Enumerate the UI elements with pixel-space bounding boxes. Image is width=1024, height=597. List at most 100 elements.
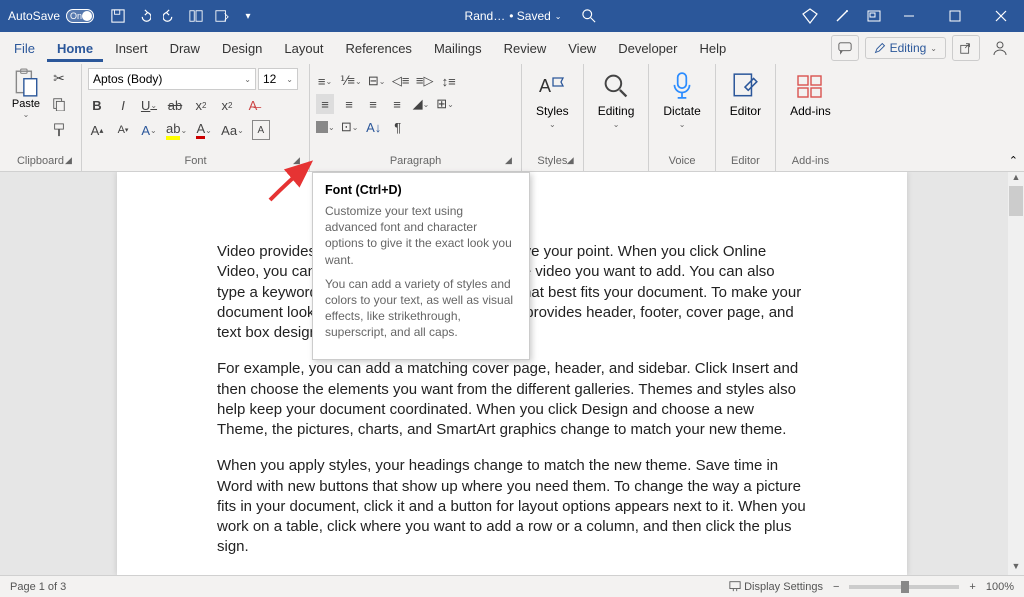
redo-icon[interactable] — [162, 8, 178, 24]
tab-review[interactable]: Review — [494, 35, 557, 62]
zoom-slider[interactable] — [849, 585, 959, 589]
vertical-scrollbar[interactable]: ▲ ▼ — [1008, 172, 1024, 575]
font-size-select[interactable]: 12⌄ — [258, 68, 298, 90]
tab-developer[interactable]: Developer — [608, 35, 687, 62]
font-group-label: Font — [88, 155, 303, 169]
chevron-down-icon[interactable]: ⌄ — [23, 110, 30, 119]
numbering-button[interactable]: ⅟≡⌄ — [340, 71, 362, 91]
page-indicator[interactable]: Page 1 of 3 — [10, 581, 66, 593]
increase-indent-button[interactable]: ≡▷ — [416, 71, 434, 91]
superscript-button[interactable]: x2 — [218, 95, 236, 115]
comments-button[interactable] — [831, 35, 859, 61]
zoom-slider-knob[interactable] — [901, 581, 909, 593]
toggle-switch[interactable]: On — [66, 9, 94, 23]
maximize-button[interactable] — [932, 0, 978, 32]
diamond-icon[interactable] — [802, 8, 818, 24]
save-icon[interactable] — [110, 8, 126, 24]
font-color-button[interactable]: A⌄ — [195, 120, 213, 140]
zoom-level[interactable]: 100% — [986, 581, 1014, 593]
tab-references[interactable]: References — [335, 35, 421, 62]
shrink-font-button[interactable]: A▾ — [114, 120, 132, 140]
paragraph-3[interactable]: When you apply styles, your headings cha… — [217, 456, 807, 557]
tab-layout[interactable]: Layout — [274, 35, 333, 62]
styles-launcher[interactable]: ◢ — [567, 155, 579, 167]
wand-icon[interactable] — [834, 8, 850, 24]
scroll-down-icon[interactable]: ▼ — [1008, 561, 1024, 575]
minimize-button[interactable] — [886, 0, 932, 32]
toggle-knob — [82, 11, 92, 21]
italic-button[interactable]: I — [114, 95, 132, 115]
cut-icon[interactable]: ✂ — [50, 68, 68, 88]
editing-mode-button[interactable]: Editing ⌄ — [865, 37, 946, 59]
addins-button[interactable]: Add-ins — [790, 70, 831, 118]
borders-button[interactable]: ⊞⌄ — [436, 94, 454, 114]
share-button[interactable] — [952, 35, 980, 61]
tab-home[interactable]: Home — [47, 35, 103, 62]
font-name-select[interactable]: Aptos (Body)⌄ — [88, 68, 256, 90]
voice-group-label: Voice — [669, 155, 696, 169]
justify-button[interactable]: ≡ — [388, 94, 406, 114]
bold-button[interactable]: B — [88, 95, 106, 115]
align-right-button[interactable]: ≡ — [364, 94, 382, 114]
clear-formatting-button[interactable]: A̶ — [244, 95, 262, 115]
font-launcher[interactable]: ◢ — [293, 155, 305, 167]
search-icon[interactable] — [582, 9, 598, 23]
paragraph-2[interactable]: For example, you can add a matching cove… — [217, 359, 807, 440]
show-marks-button[interactable]: ¶ — [389, 117, 407, 137]
text-effects-button[interactable]: A⌄ — [140, 120, 158, 140]
group-editor: Editor Editor — [716, 64, 776, 171]
tab-help[interactable]: Help — [689, 35, 736, 62]
underline-button[interactable]: U⌄ — [140, 95, 158, 115]
clipboard-launcher[interactable]: ◢ — [65, 155, 77, 167]
autosave-toggle[interactable]: AutoSave On — [0, 9, 102, 23]
paste-button[interactable]: Paste ⌄ — [6, 68, 46, 140]
display-settings-button[interactable]: Display Settings — [729, 580, 823, 593]
qat-icon-2[interactable] — [214, 8, 230, 24]
highlight-button[interactable]: ab⌄ — [166, 120, 187, 140]
undo-icon[interactable] — [136, 8, 152, 24]
character-border-button[interactable]: A — [252, 120, 270, 140]
editor-button[interactable]: Editor — [730, 70, 761, 118]
grow-font-button[interactable]: A▴ — [88, 120, 106, 140]
styles-button[interactable]: A Styles ⌄ — [536, 70, 569, 129]
qat-icon-1[interactable] — [188, 8, 204, 24]
tab-mailings[interactable]: Mailings — [424, 35, 492, 62]
bullets-button[interactable]: ≡⌄ — [316, 71, 334, 91]
multilevel-button[interactable]: ⊟⌄ — [368, 71, 386, 91]
collapse-ribbon-icon[interactable]: ⌃ — [1009, 154, 1018, 167]
close-button[interactable] — [978, 0, 1024, 32]
tab-file[interactable]: File — [4, 35, 45, 62]
zoom-out-button[interactable]: − — [833, 581, 839, 593]
paragraph-group-label: Paragraph — [316, 155, 515, 169]
shading-button[interactable]: ◢⌄ — [412, 94, 430, 114]
paragraph-launcher[interactable]: ◢ — [505, 155, 517, 167]
group-editing: Editing ⌄ — [584, 64, 650, 171]
strikethrough-button[interactable]: ab — [166, 95, 184, 115]
format-painter-icon[interactable] — [50, 120, 68, 140]
zoom-in-button[interactable]: + — [969, 581, 975, 593]
qat-more-icon[interactable]: ▾ — [240, 8, 256, 24]
chevron-down-icon[interactable]: ⌄ — [555, 12, 562, 21]
window-icon[interactable] — [866, 8, 882, 24]
document-name[interactable]: Rand… • Saved ⌄ — [465, 9, 562, 23]
decrease-indent-button[interactable]: ◁≡ — [392, 71, 410, 91]
editing-group-label — [615, 155, 618, 169]
tab-draw[interactable]: Draw — [160, 35, 210, 62]
tab-view[interactable]: View — [558, 35, 606, 62]
change-case-button[interactable]: Aa⌄ — [221, 120, 244, 140]
tab-design[interactable]: Design — [212, 35, 272, 62]
border-style-button[interactable]: ⊡⌄ — [341, 117, 359, 137]
line-spacing-button[interactable]: ↕≡ — [440, 71, 458, 91]
shading-color-button[interactable]: ⌄ — [316, 117, 335, 137]
scroll-up-icon[interactable]: ▲ — [1008, 172, 1024, 186]
account-icon[interactable] — [986, 35, 1014, 61]
copy-icon[interactable] — [50, 94, 68, 114]
tab-insert[interactable]: Insert — [105, 35, 158, 62]
dictate-button[interactable]: Dictate ⌄ — [663, 70, 700, 129]
align-left-button[interactable]: ≡ — [316, 94, 334, 114]
sort-button[interactable]: A↓ — [365, 117, 383, 137]
editing-button[interactable]: Editing ⌄ — [598, 70, 635, 129]
align-center-button[interactable]: ≡ — [340, 94, 358, 114]
scrollbar-thumb[interactable] — [1009, 186, 1023, 216]
subscript-button[interactable]: x2 — [192, 95, 210, 115]
